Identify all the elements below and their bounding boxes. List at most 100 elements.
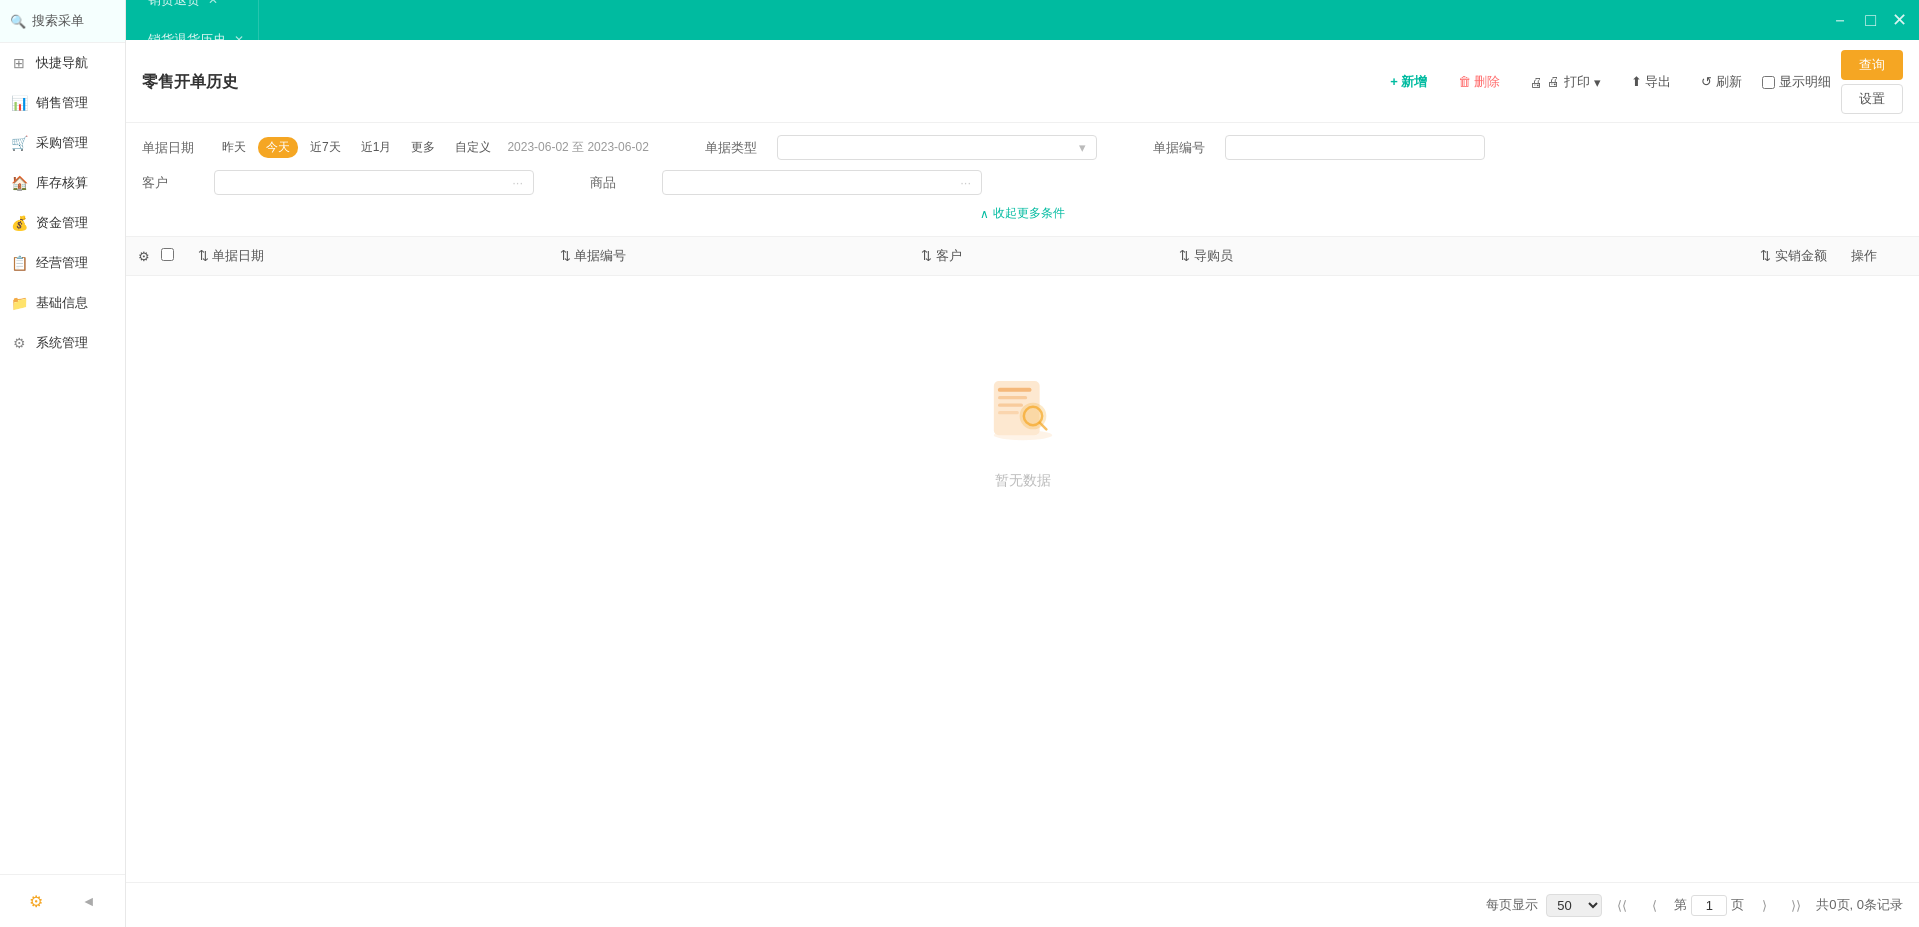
main-area: 首页销售订单✕销货退货✕销货退货历史✕零售开单✕零售开单历史✕ － □ ✕ 零售… (126, 0, 1919, 927)
page-title: 零售开单历史 (142, 72, 238, 93)
settings-bottom-icon[interactable]: ⚙ (22, 887, 50, 915)
svg-rect-5 (998, 411, 1019, 414)
toolbar: + 新增 🗑 删除 🖨 🖨 打印 ▾ ⬆ 导出 ↺ 刷新 显示明细 查询 设置 (1380, 50, 1903, 114)
purchase-mgmt-icon: 🛒 (10, 134, 28, 152)
inventory-icon: 🏠 (10, 174, 28, 192)
sidebar: 🔍 搜索采单 ⊞ 快捷导航 📊 销售管理 🛒 采购管理 🏠 库存核算 💰 资金管… (0, 0, 126, 927)
customer-filter-input[interactable]: ··· (214, 170, 534, 195)
collapse-icon: ∧ (980, 207, 989, 221)
sidebar-item-label-system: 系统管理 (36, 334, 88, 352)
date-filter-label: 单据日期 (142, 139, 198, 157)
query-button[interactable]: 查询 (1841, 50, 1903, 80)
goods-ellipsis-icon: ··· (960, 175, 971, 190)
sidebar-item-quick-nav[interactable]: ⊞ 快捷导航 (0, 43, 125, 83)
sidebar-item-purchase-mgmt[interactable]: 🛒 采购管理 (0, 123, 125, 163)
date-range-text: 2023-06-02 至 2023-06-02 (507, 139, 648, 156)
date-last7[interactable]: 近7天 (302, 137, 349, 158)
svg-rect-3 (998, 396, 1027, 399)
pagination-total: 共0页, 0条记录 (1816, 896, 1903, 914)
window-minimize-icon[interactable]: － (1827, 8, 1853, 32)
page-input[interactable] (1691, 895, 1727, 916)
prev-page-button[interactable]: ⟨ (1642, 893, 1666, 917)
filter-row-2: 客户 ··· 商品 ··· (142, 170, 1903, 195)
sidebar-nav: ⊞ 快捷导航 📊 销售管理 🛒 采购管理 🏠 库存核算 💰 资金管理 📋 经营管… (0, 43, 125, 363)
sidebar-item-label-operation: 经营管理 (36, 254, 88, 272)
collapse-sidebar-icon[interactable]: ◄ (75, 887, 103, 915)
customer-filter-label: 客户 (142, 174, 198, 192)
per-page-label: 每页显示 (1486, 896, 1538, 914)
order-no-input[interactable] (1225, 135, 1485, 160)
collapse-label: 收起更多条件 (993, 205, 1065, 222)
data-table: ⚙ ⇅ 单据日期 ⇅ 单据编号 ⇅ 客户 ⇅ 导购员 ⇅ 实销金额 操作 (126, 237, 1919, 276)
filter-row-1: 单据日期 昨天 今天 近7天 近1月 更多 自定义 2023-06-02 至 2… (142, 135, 1903, 160)
sidebar-item-finance[interactable]: 💰 资金管理 (0, 203, 125, 243)
date-custom[interactable]: 自定义 (447, 137, 499, 158)
tab-bar-right: － □ ✕ (1827, 8, 1911, 32)
tab-sales-return[interactable]: 销货退货 ✕ (134, 0, 259, 20)
search-icon: 🔍 (10, 14, 26, 29)
pagination-page: 第 页 (1674, 895, 1744, 916)
th-date[interactable]: ⇅ 单据日期 (186, 237, 548, 276)
empty-text: 暂无数据 (995, 472, 1051, 490)
sidebar-item-operation[interactable]: 📋 经营管理 (0, 243, 125, 283)
query-settings-buttons: 查询 设置 (1841, 50, 1903, 114)
sidebar-item-basic-info[interactable]: 📁 基础信息 (0, 283, 125, 323)
table-container: ⚙ ⇅ 单据日期 ⇅ 单据编号 ⇅ 客户 ⇅ 导购员 ⇅ 实销金额 操作 (126, 237, 1919, 882)
finance-icon: 💰 (10, 214, 28, 232)
tab-label-sales-return: 销货退货 (148, 0, 200, 9)
date-today[interactable]: 今天 (258, 137, 298, 158)
page-header: 零售开单历史 + 新增 🗑 删除 🖨 🖨 打印 ▾ ⬆ 导出 ↺ 刷新 显示明细… (126, 40, 1919, 123)
goods-filter-input[interactable]: ··· (662, 170, 982, 195)
last-page-button[interactable]: ⟩⟩ (1784, 893, 1808, 917)
add-button[interactable]: + 新增 (1380, 68, 1437, 96)
sidebar-item-label-inventory: 库存核算 (36, 174, 88, 192)
order-type-select[interactable]: ▾ (777, 135, 1097, 160)
display-detail-text: 显示明细 (1779, 73, 1831, 91)
th-amount[interactable]: ⇅ 实销金额 (1477, 237, 1839, 276)
sidebar-item-label-quick-nav: 快捷导航 (36, 54, 88, 72)
sidebar-item-label-purchase-mgmt: 采购管理 (36, 134, 88, 152)
print-icon: 🖨 (1530, 75, 1543, 90)
svg-rect-4 (998, 404, 1023, 407)
window-close-icon[interactable]: ✕ (1888, 9, 1911, 31)
date-last-month[interactable]: 近1月 (353, 137, 400, 158)
settings-button[interactable]: 设置 (1841, 84, 1903, 114)
first-page-button[interactable]: ⟨⟨ (1610, 893, 1634, 917)
window-maximize-icon[interactable]: □ (1861, 10, 1880, 31)
select-all-checkbox[interactable] (161, 248, 174, 261)
date-more[interactable]: 更多 (403, 137, 443, 158)
th-no[interactable]: ⇅ 单据编号 (548, 237, 910, 276)
delete-button[interactable]: 🗑 删除 (1448, 68, 1511, 96)
print-button[interactable]: 🖨 🖨 打印 ▾ (1520, 68, 1611, 96)
order-type-label: 单据类型 (705, 139, 761, 157)
sidebar-item-inventory[interactable]: 🏠 库存核算 (0, 163, 125, 203)
table-gear-icon[interactable]: ⚙ (138, 249, 150, 264)
display-detail-checkbox[interactable] (1762, 76, 1775, 89)
th-guide[interactable]: ⇅ 导购员 (1167, 237, 1477, 276)
basic-info-icon: 📁 (10, 294, 28, 312)
sidebar-item-label-finance: 资金管理 (36, 214, 88, 232)
refresh-button[interactable]: ↺ 刷新 (1691, 68, 1752, 96)
th-customer[interactable]: ⇅ 客户 (909, 237, 1167, 276)
sidebar-item-label-sales-mgmt: 销售管理 (36, 94, 88, 112)
date-yesterday[interactable]: 昨天 (214, 137, 254, 158)
per-page-select[interactable]: 50 10 20 100 (1546, 894, 1602, 917)
pagination: 每页显示 50 10 20 100 ⟨⟨ ⟨ 第 页 ⟩ ⟩⟩ 共0页, 0条记… (126, 882, 1919, 927)
collapse-button[interactable]: ∧ 收起更多条件 (142, 205, 1903, 222)
operation-icon: 📋 (10, 254, 28, 272)
content-area: 零售开单历史 + 新增 🗑 删除 🖨 🖨 打印 ▾ ⬆ 导出 ↺ 刷新 显示明细… (126, 40, 1919, 927)
export-button[interactable]: ⬆ 导出 (1621, 68, 1682, 96)
sidebar-search-label: 搜索采单 (32, 12, 84, 30)
tab-close-sales-return[interactable]: ✕ (208, 0, 218, 7)
date-filter-buttons: 昨天 今天 近7天 近1月 更多 自定义 2023-06-02 至 2023-0… (214, 137, 649, 158)
empty-state: 暂无数据 (126, 276, 1919, 570)
sidebar-bottom: ⚙ ◄ (0, 874, 125, 927)
sidebar-search[interactable]: 🔍 搜索采单 (0, 0, 125, 43)
sidebar-item-system[interactable]: ⚙ 系统管理 (0, 323, 125, 363)
table-header-row: ⚙ ⇅ 单据日期 ⇅ 单据编号 ⇅ 客户 ⇅ 导购员 ⇅ 实销金额 操作 (126, 237, 1919, 276)
sidebar-item-sales-mgmt[interactable]: 📊 销售管理 (0, 83, 125, 123)
page-prefix: 第 (1674, 896, 1687, 914)
display-detail-label[interactable]: 显示明细 (1762, 73, 1831, 91)
next-page-button[interactable]: ⟩ (1752, 893, 1776, 917)
page-suffix: 页 (1731, 896, 1744, 914)
